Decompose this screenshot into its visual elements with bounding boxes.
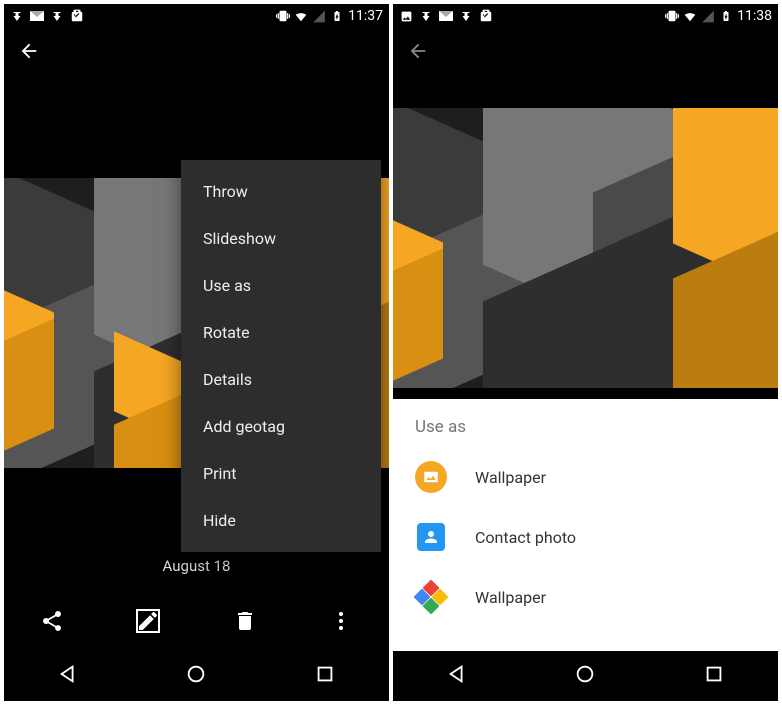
gmail-icon	[30, 11, 44, 21]
use-as-sheet: Use as Wallpaper Contact photo	[393, 399, 778, 651]
menu-rotate[interactable]: Rotate	[181, 309, 381, 356]
status-time: 11:38	[737, 8, 772, 24]
image-icon	[399, 9, 413, 23]
nav-bar	[4, 651, 389, 701]
signal-icon	[701, 9, 715, 23]
menu-details[interactable]: Details	[181, 356, 381, 403]
nav-back-button[interactable]	[446, 663, 468, 689]
nav-home-button[interactable]	[185, 663, 207, 689]
menu-print[interactable]: Print	[181, 450, 381, 497]
clipboard-icon	[70, 9, 84, 23]
status-bar: 11:37	[4, 4, 389, 28]
top-bar	[4, 28, 389, 78]
clipboard-icon	[479, 9, 493, 23]
sheet-item-wallpaper-photos[interactable]: Wallpaper	[393, 567, 778, 627]
sheet-item-wallpaper-gallery[interactable]: Wallpaper	[393, 447, 778, 507]
nav-recents-button[interactable]	[703, 663, 725, 689]
photo-viewer[interactable]	[393, 108, 778, 388]
menu-slideshow[interactable]: Slideshow	[181, 215, 381, 262]
download-icon	[419, 9, 433, 23]
nav-back-button[interactable]	[57, 663, 79, 689]
photo-date-label: August 18	[4, 551, 389, 581]
overflow-button[interactable]	[328, 608, 354, 634]
sheet-item-contact-photo[interactable]: Contact photo	[393, 507, 778, 567]
edit-button[interactable]	[135, 608, 161, 634]
menu-throw[interactable]: Throw	[181, 168, 381, 215]
overflow-menu: Throw Slideshow Use as Rotate Details Ad…	[181, 160, 381, 552]
back-button[interactable]	[407, 40, 429, 66]
nav-home-button[interactable]	[574, 663, 596, 689]
download-icon	[459, 9, 473, 23]
status-bar: 11:38	[393, 4, 778, 28]
sheet-item-label: Wallpaper	[475, 588, 546, 607]
wifi-icon	[683, 9, 697, 23]
share-button[interactable]	[39, 608, 65, 634]
vibrate-icon	[276, 9, 290, 23]
menu-use-as[interactable]: Use as	[181, 262, 381, 309]
google-photos-icon	[415, 581, 447, 613]
sheet-item-label: Contact photo	[475, 528, 576, 547]
back-button[interactable]	[18, 40, 40, 66]
top-bar	[393, 28, 778, 78]
vibrate-icon	[665, 9, 679, 23]
status-time: 11:37	[348, 8, 383, 24]
contact-icon	[415, 521, 447, 553]
phone-left: 11:37 August 18	[4, 4, 389, 701]
battery-charging-icon	[330, 9, 344, 23]
photo-image	[393, 108, 778, 388]
photo-action-bar	[4, 591, 389, 651]
nav-bar	[393, 651, 778, 701]
sheet-item-label: Wallpaper	[475, 468, 546, 487]
gallery-icon	[415, 461, 447, 493]
wifi-icon	[294, 9, 308, 23]
delete-button[interactable]	[232, 608, 258, 634]
download-icon	[10, 9, 24, 23]
signal-icon	[312, 9, 326, 23]
phone-right: 11:38 Use as	[393, 4, 778, 701]
battery-charging-icon	[719, 9, 733, 23]
nav-recents-button[interactable]	[314, 663, 336, 689]
menu-add-geotag[interactable]: Add geotag	[181, 403, 381, 450]
gmail-icon	[439, 11, 453, 21]
screenshots-container: 11:37 August 18	[0, 0, 782, 705]
download-icon	[50, 9, 64, 23]
sheet-title: Use as	[393, 399, 778, 447]
menu-hide[interactable]: Hide	[181, 497, 381, 544]
